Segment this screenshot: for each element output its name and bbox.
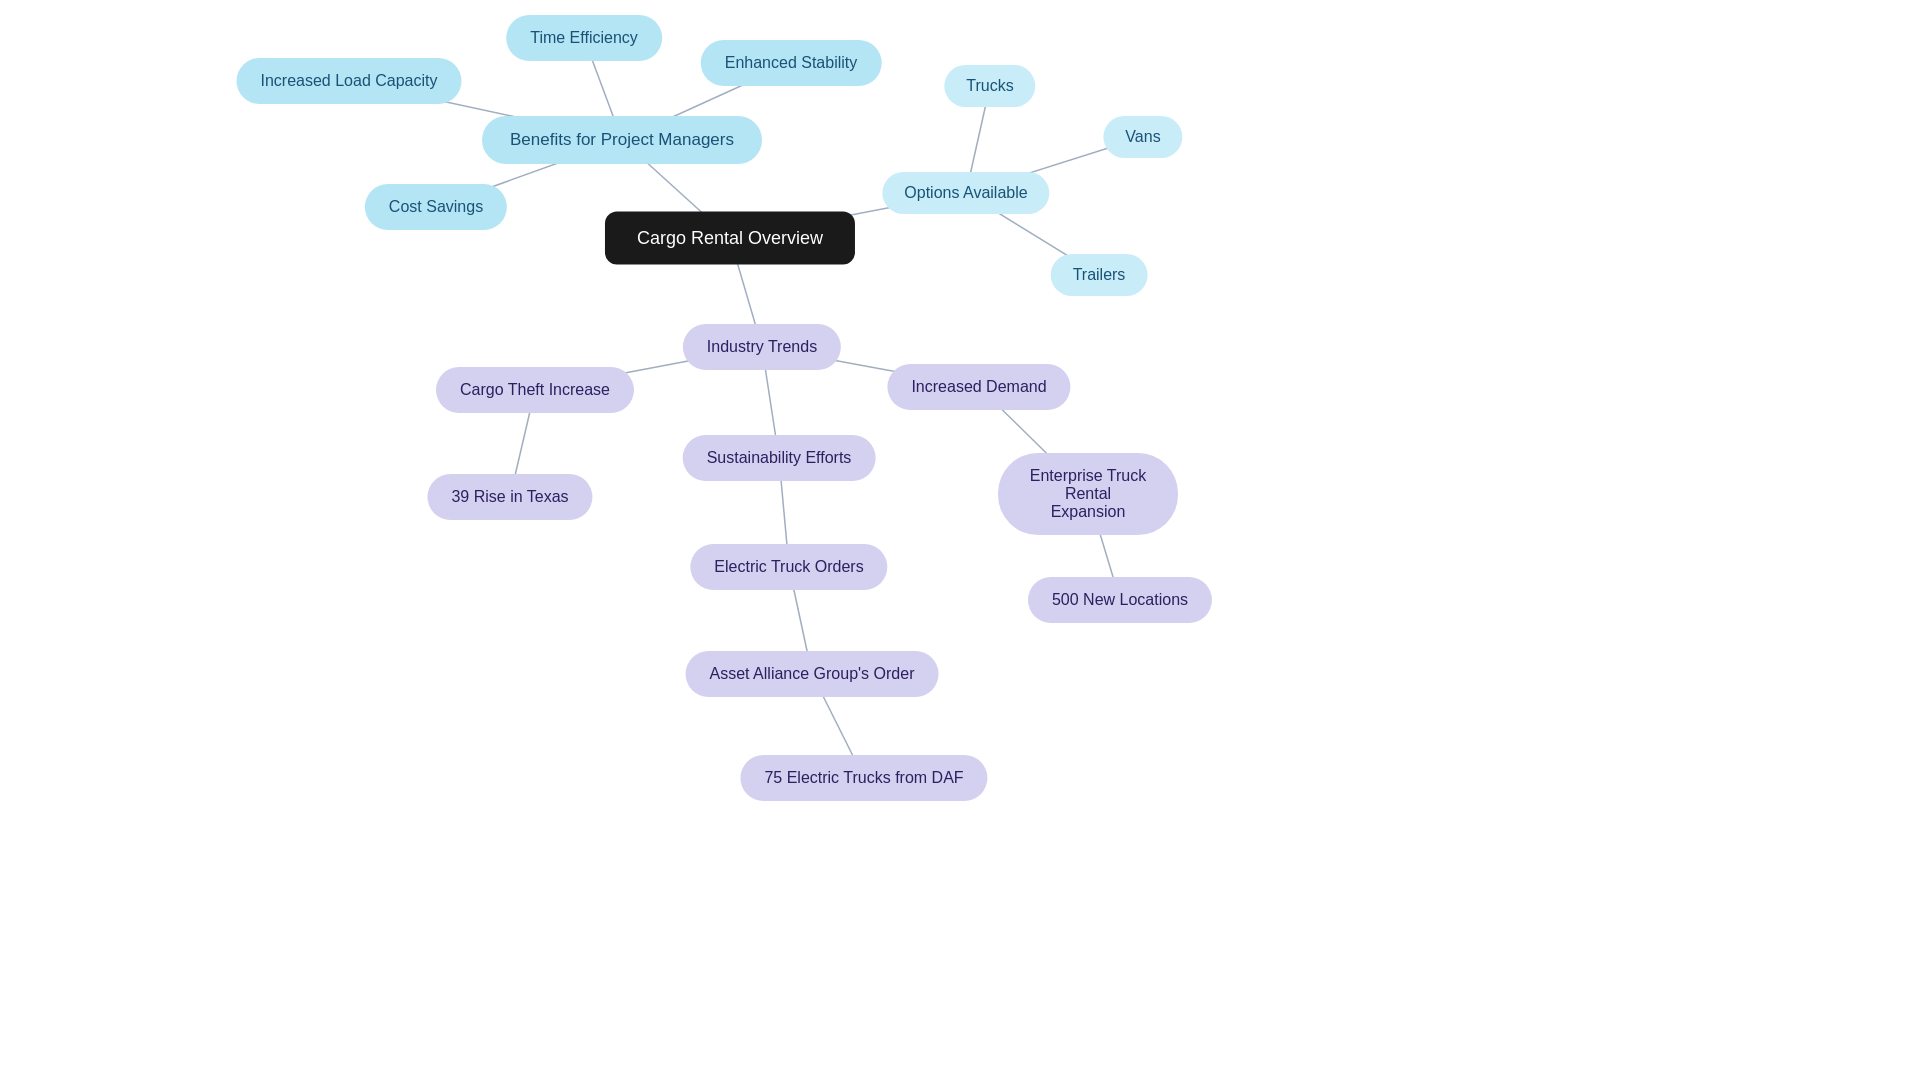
industry-trends-node[interactable]: Industry Trends: [683, 324, 841, 370]
vans-node[interactable]: Vans: [1103, 116, 1182, 158]
sustainability-efforts-node[interactable]: Sustainability Efforts: [683, 435, 876, 481]
increased-load-node[interactable]: Increased Load Capacity: [237, 58, 462, 104]
mind-map: Cargo Rental Overview Benefits for Proje…: [0, 0, 1920, 1083]
benefits-node[interactable]: Benefits for Project Managers: [482, 116, 762, 164]
electric-trucks-daf-node[interactable]: 75 Electric Trucks from DAF: [740, 755, 987, 801]
center-node[interactable]: Cargo Rental Overview: [605, 212, 855, 265]
increased-demand-node[interactable]: Increased Demand: [887, 364, 1070, 410]
enhanced-stability-node[interactable]: Enhanced Stability: [701, 40, 882, 86]
asset-alliance-node[interactable]: Asset Alliance Group's Order: [686, 651, 939, 697]
cost-savings-node[interactable]: Cost Savings: [365, 184, 507, 230]
time-efficiency-node[interactable]: Time Efficiency: [506, 15, 662, 61]
trucks-node[interactable]: Trucks: [944, 65, 1035, 107]
new-locations-node[interactable]: 500 New Locations: [1028, 577, 1212, 623]
rise-in-texas-node[interactable]: 39 Rise in Texas: [427, 474, 592, 520]
trailers-node[interactable]: Trailers: [1051, 254, 1148, 296]
connection-lines: [0, 0, 1920, 1083]
options-available-node[interactable]: Options Available: [882, 172, 1049, 214]
cargo-theft-node[interactable]: Cargo Theft Increase: [436, 367, 634, 413]
enterprise-truck-node[interactable]: Enterprise Truck Rental Expansion: [998, 453, 1178, 535]
electric-truck-orders-node[interactable]: Electric Truck Orders: [690, 544, 887, 590]
